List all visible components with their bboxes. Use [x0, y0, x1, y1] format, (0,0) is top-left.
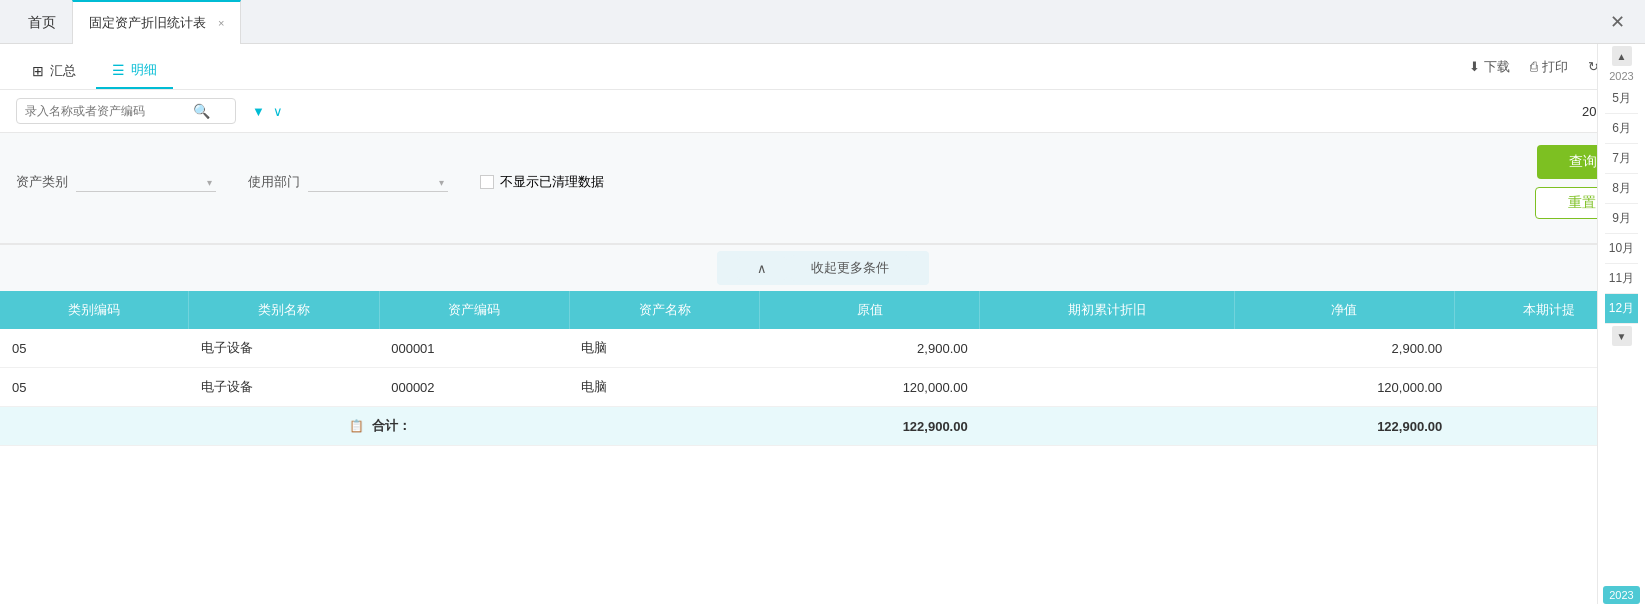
active-tab-label: 固定资产折旧统计表: [89, 2, 206, 44]
collapse-bar[interactable]: ∧ 收起更多条件: [0, 244, 1645, 291]
cell-accumulated-dep: [980, 329, 1234, 368]
cell-category-name: 电子设备: [189, 368, 379, 407]
main-content: ⊞ 汇总 ☰ 明细 ⬇ 下载 ⎙ 打印 ↻ 刷新: [0, 44, 1645, 604]
cell-category-code: 05: [0, 329, 189, 368]
download-button[interactable]: ⬇ 下载: [1469, 58, 1510, 76]
cell-original-value: 120,000.00: [760, 368, 980, 407]
table-wrap: 类别编码 类别名称 资产编码 资产名称 原值 期初累计折旧 净值 本期计提 05…: [0, 291, 1645, 604]
cell-accumulated-dep: [980, 368, 1234, 407]
total-accumulated-dep: [980, 407, 1234, 446]
search-input[interactable]: [25, 104, 185, 118]
hide-cleared-checkbox[interactable]: 不显示已清理数据: [480, 173, 604, 191]
checkbox-box: [480, 175, 494, 189]
col-asset-code: 资产编码: [379, 291, 569, 329]
cell-net-value: 2,900.00: [1234, 329, 1454, 368]
tab-active[interactable]: 固定资产折旧统计表 ×: [72, 0, 241, 44]
tab-bar: 首页 固定资产折旧统计表 × ✕: [0, 0, 1645, 44]
cell-category-name: 电子设备: [189, 329, 379, 368]
right-calendar-strip: ▲ 2023 5月6月7月8月9月10月11月12月 ▼ 2023: [1597, 44, 1645, 604]
tab-summary-label: 汇总: [50, 53, 76, 89]
cell-asset-name: 电脑: [569, 329, 759, 368]
calendar-month-12月[interactable]: 12月: [1605, 294, 1638, 324]
search-input-wrap[interactable]: 🔍: [16, 98, 236, 124]
detail-icon: ☰: [112, 52, 125, 88]
col-category-code: 类别编码: [0, 291, 189, 329]
download-label: 下载: [1484, 58, 1510, 76]
total-net-value: 122,900.00: [1234, 407, 1454, 446]
calendar-down-arrow[interactable]: ▼: [1612, 326, 1632, 346]
col-original-value: 原值: [760, 291, 980, 329]
tab-summary[interactable]: ⊞ 汇总: [16, 53, 92, 89]
department-filter: 使用部门: [248, 172, 448, 192]
department-label: 使用部门: [248, 173, 300, 191]
filter-panel: 资产类别 使用部门 不显示已清理数据: [0, 133, 1645, 244]
asset-category-filter: 资产类别: [16, 172, 216, 192]
calendar-month-11月[interactable]: 11月: [1605, 264, 1638, 294]
asset-category-select[interactable]: [76, 172, 216, 192]
chevron-down-icon: ∨: [273, 104, 283, 119]
col-asset-name: 资产名称: [569, 291, 759, 329]
calendar-month-9月[interactable]: 9月: [1605, 204, 1638, 234]
total-row: 📋 合计： 122,900.00 122,900.00: [0, 407, 1645, 446]
tab-detail[interactable]: ☰ 明细: [96, 53, 173, 89]
more-conditions-button[interactable]: ▼ ∨: [252, 104, 283, 119]
asset-category-label: 资产类别: [16, 173, 68, 191]
calendar-month-10月[interactable]: 10月: [1605, 234, 1638, 264]
print-label: 打印: [1542, 58, 1568, 76]
filter-row: 资产类别 使用部门 不显示已清理数据: [16, 145, 1629, 219]
search-bar: 🔍 ▼ ∨ 2023.01: [0, 90, 1645, 133]
filter-icon: ▼: [252, 104, 265, 119]
asset-category-select-wrap: [76, 172, 216, 192]
calendar-month-6月[interactable]: 6月: [1605, 114, 1638, 144]
total-icon: 📋: [349, 419, 364, 433]
table-row: 05 电子设备 000001 电脑 2,900.00 2,900.00: [0, 329, 1645, 368]
total-label-cell: 📋 合计：: [0, 407, 760, 446]
search-icon[interactable]: 🔍: [193, 103, 210, 119]
tab-detail-label: 明细: [131, 52, 157, 88]
cell-asset-code: 000001: [379, 329, 569, 368]
hide-cleared-label: 不显示已清理数据: [500, 173, 604, 191]
sub-tab-row: ⊞ 汇总 ☰ 明细 ⬇ 下载 ⎙ 打印 ↻ 刷新: [0, 44, 1645, 90]
year-badge: 2023: [1603, 586, 1639, 604]
total-original-value: 122,900.00: [760, 407, 980, 446]
total-label: 合计：: [372, 418, 411, 433]
tab-close-icon[interactable]: ×: [218, 2, 224, 44]
calendar-month-5月[interactable]: 5月: [1605, 84, 1638, 114]
data-table: 类别编码 类别名称 资产编码 资产名称 原值 期初累计折旧 净值 本期计提 05…: [0, 291, 1645, 446]
cell-asset-name: 电脑: [569, 368, 759, 407]
table-header-row: 类别编码 类别名称 资产编码 资产名称 原值 期初累计折旧 净值 本期计提: [0, 291, 1645, 329]
window-close-button[interactable]: ✕: [1602, 11, 1633, 33]
calendar-month-8月[interactable]: 8月: [1605, 174, 1638, 204]
department-select-wrap: [308, 172, 448, 192]
cell-net-value: 120,000.00: [1234, 368, 1454, 407]
summary-icon: ⊞: [32, 53, 44, 89]
sub-tabs: ⊞ 汇总 ☰ 明细: [16, 44, 173, 89]
col-category-name: 类别名称: [189, 291, 379, 329]
cell-asset-code: 000002: [379, 368, 569, 407]
calendar-year: 2023: [1609, 68, 1633, 84]
print-icon: ⎙: [1530, 59, 1538, 74]
department-select[interactable]: [308, 172, 448, 192]
print-button[interactable]: ⎙ 打印: [1530, 58, 1568, 76]
collapse-up-icon: ∧: [737, 257, 787, 280]
table-row: 05 电子设备 000002 电脑 120,000.00 120,000.00: [0, 368, 1645, 407]
calendar-up-arrow[interactable]: ▲: [1612, 46, 1632, 66]
collapse-label: ∧ 收起更多条件: [717, 251, 929, 285]
cell-original-value: 2,900.00: [760, 329, 980, 368]
col-accumulated-dep: 期初累计折旧: [980, 291, 1234, 329]
tab-home[interactable]: 首页: [12, 0, 72, 44]
download-icon: ⬇: [1469, 59, 1480, 74]
cell-category-code: 05: [0, 368, 189, 407]
col-net-value: 净值: [1234, 291, 1454, 329]
calendar-month-7月[interactable]: 7月: [1605, 144, 1638, 174]
